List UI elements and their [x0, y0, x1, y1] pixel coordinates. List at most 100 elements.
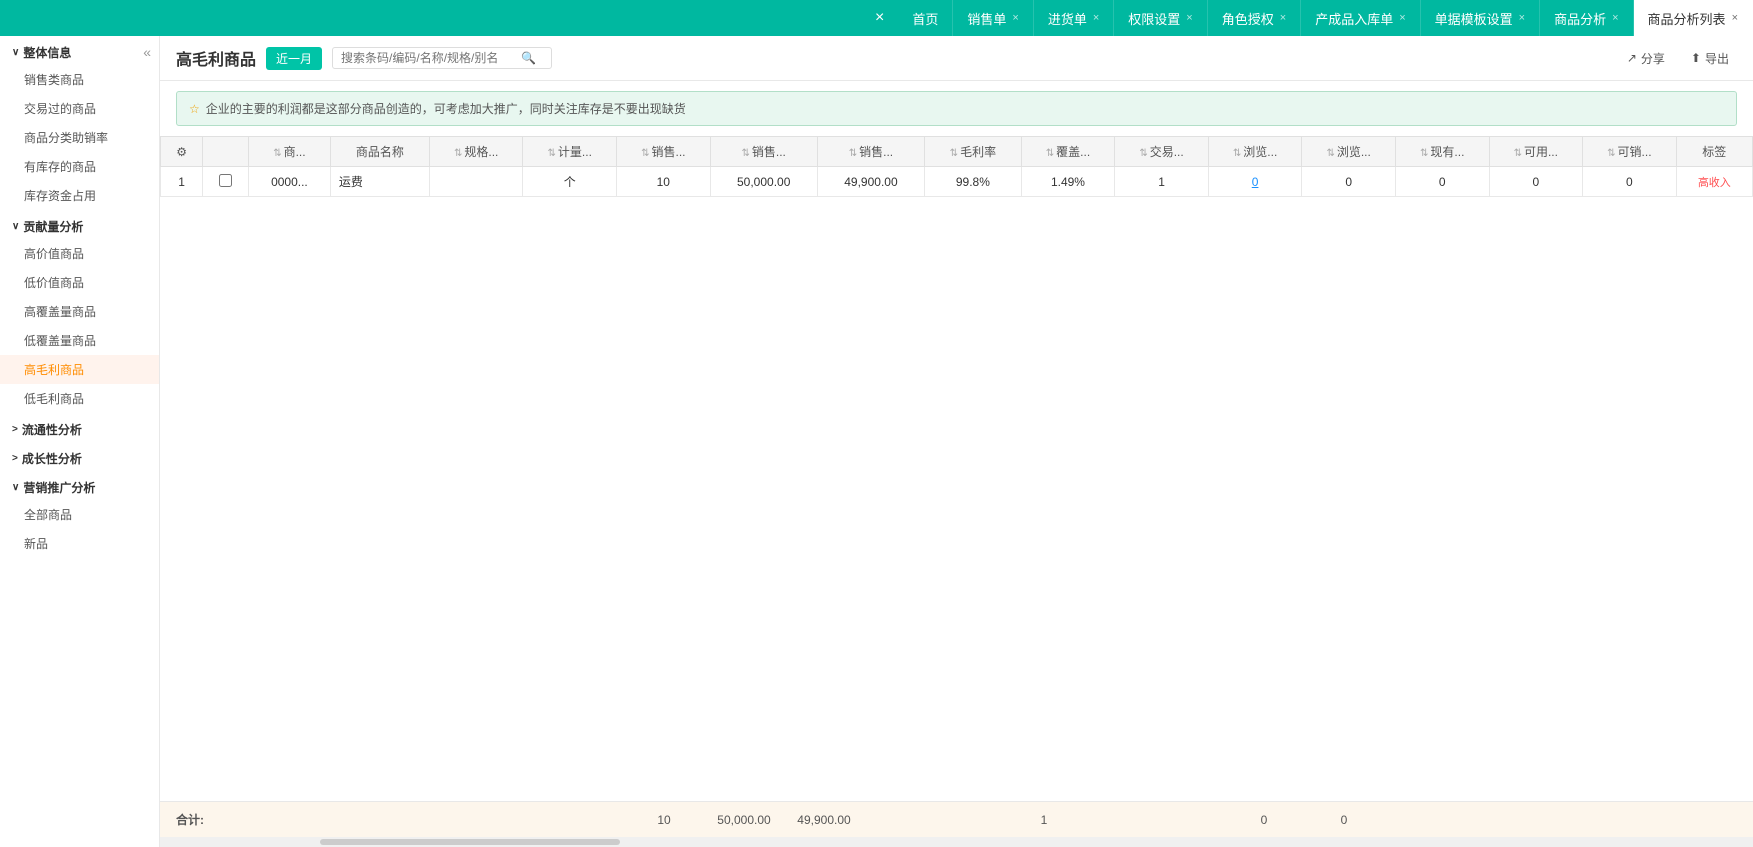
product-table: ⚙商...商品名称规格...计量...销售...销售...销售...毛利率覆盖.…: [160, 136, 1753, 197]
export-btn[interactable]: ⬆ 导出: [1683, 47, 1737, 70]
nav-item-首页[interactable]: 首页: [898, 0, 953, 36]
info-icon: ☆: [189, 102, 200, 116]
info-banner-text: 企业的主要的利润都是这部分商品创造的，可考虑加大推广，同时关注库存是不要出现缺货: [206, 100, 686, 117]
page-title: 高毛利商品: [176, 46, 256, 70]
sidebar-item-低毛利商品[interactable]: 低毛利商品: [0, 384, 159, 413]
share-btn[interactable]: ↗ 分享: [1619, 47, 1673, 70]
arrow-icon: >: [12, 453, 18, 464]
top-nav: × 首页销售单×进货单×权限设置×角色授权×产成品入库单×单据模板设置×商品分析…: [0, 0, 1753, 36]
sidebar-collapse-btn[interactable]: «: [143, 44, 151, 60]
footer-sale-cost: 49,900.00: [784, 813, 864, 827]
sidebar-item-销售类商品[interactable]: 销售类商品: [0, 65, 159, 94]
row-trade: 1: [1115, 167, 1209, 197]
sidebar-group-营销推广分析[interactable]: ∨营销推广分析: [0, 471, 159, 500]
row-checkbox-input[interactable]: [219, 174, 232, 187]
share-label: 分享: [1641, 50, 1665, 67]
row-coverage: 1.49%: [1021, 167, 1115, 197]
bottom-scrollbar[interactable]: [160, 837, 1753, 847]
nav-close-all[interactable]: ×: [861, 0, 898, 36]
row-checkbox[interactable]: [203, 167, 249, 197]
th-code[interactable]: 商...: [249, 137, 331, 167]
sidebar-item-有库存的商品[interactable]: 有库存的商品: [0, 152, 159, 181]
sidebar-group-成长性分析[interactable]: >成长性分析: [0, 442, 159, 471]
content-area: 高毛利商品 近一月 🔍 ↗ 分享 ⬆ 导出 ☆ 企业的主要的利润都是这部分商品创…: [160, 36, 1753, 847]
nav-close-icon[interactable]: ×: [1519, 12, 1525, 24]
th-saleQty[interactable]: 销售...: [617, 137, 711, 167]
sidebar-item-低价值商品[interactable]: 低价值商品: [0, 268, 159, 297]
th-stockAvail[interactable]: 可用...: [1489, 137, 1583, 167]
footer-sale-amt: 50,000.00: [704, 813, 784, 827]
nav-close-icon[interactable]: ×: [1012, 12, 1018, 24]
th-spec[interactable]: 规格...: [429, 137, 523, 167]
th-name[interactable]: 商品名称: [330, 137, 429, 167]
content-header: 高毛利商品 近一月 🔍 ↗ 分享 ⬆ 导出: [160, 36, 1753, 81]
search-input[interactable]: [341, 51, 521, 65]
footer-trade: 1: [1004, 813, 1084, 827]
nav-item-产成品入库单[interactable]: 产成品入库单×: [1301, 0, 1420, 36]
th-unit[interactable]: 计量...: [523, 137, 617, 167]
row-num: 1: [161, 167, 203, 197]
th-coverage[interactable]: 覆盖...: [1021, 137, 1115, 167]
table-footer: 合计: 10 50,000.00 49,900.00 1 0 0: [160, 801, 1753, 837]
main-container: ∨整体信息销售类商品交易过的商品商品分类助销率有库存的商品库存资金占用∨贡献量分…: [0, 36, 1753, 847]
table-container: ⚙商...商品名称规格...计量...销售...销售...销售...毛利率覆盖.…: [160, 136, 1753, 801]
nav-item-商品分析[interactable]: 商品分析×: [1540, 0, 1633, 36]
sidebar-group-流通性分析[interactable]: >流通性分析: [0, 413, 159, 442]
th-settings[interactable]: ⚙: [161, 137, 203, 167]
th-checkbox[interactable]: [203, 137, 249, 167]
arrow-icon: ∨: [12, 221, 19, 232]
nav-item-销售单[interactable]: 销售单×: [953, 0, 1033, 36]
nav-close-icon[interactable]: ×: [1612, 12, 1618, 24]
arrow-icon: ∨: [12, 47, 19, 58]
row-browse1[interactable]: 0: [1208, 167, 1302, 197]
row-stock-avail: 0: [1489, 167, 1583, 197]
th-browse1[interactable]: 浏览...: [1208, 137, 1302, 167]
nav-close-icon[interactable]: ×: [1186, 12, 1192, 24]
footer-sale-qty: 10: [624, 813, 704, 827]
th-tag[interactable]: 标签: [1676, 137, 1752, 167]
sidebar-group-贡献量分析[interactable]: ∨贡献量分析: [0, 210, 159, 239]
sidebar-item-高覆盖量商品[interactable]: 高覆盖量商品: [0, 297, 159, 326]
th-browse2[interactable]: 浏览...: [1302, 137, 1396, 167]
nav-item-权限设置[interactable]: 权限设置×: [1114, 0, 1207, 36]
th-trade[interactable]: 交易...: [1115, 137, 1209, 167]
row-gross-rate: 99.8%: [925, 167, 1022, 197]
table-row: 10000...运费个1050,000.0049,900.0099.8%1.49…: [161, 167, 1753, 197]
th-saleCost[interactable]: 销售...: [817, 137, 924, 167]
info-banner: ☆ 企业的主要的利润都是这部分商品创造的，可考虑加大推广，同时关注库存是不要出现…: [176, 91, 1737, 126]
sidebar-item-库存资金占用[interactable]: 库存资金占用: [0, 181, 159, 210]
search-icon[interactable]: 🔍: [521, 51, 536, 65]
sidebar-item-全部商品[interactable]: 全部商品: [0, 500, 159, 529]
search-box: 🔍: [332, 47, 552, 69]
nav-close-icon[interactable]: ×: [1732, 12, 1738, 24]
sidebar-group-整体信息[interactable]: ∨整体信息: [0, 36, 159, 65]
row-unit: 个: [523, 167, 617, 197]
nav-close-icon[interactable]: ×: [1399, 12, 1405, 24]
th-saleAmt[interactable]: 销售...: [710, 137, 817, 167]
row-sale-amt: 50,000.00: [710, 167, 817, 197]
sidebar-item-商品分类助销率[interactable]: 商品分类助销率: [0, 123, 159, 152]
sidebar-item-高毛利商品[interactable]: 高毛利商品: [0, 355, 159, 384]
sidebar-item-低覆盖量商品[interactable]: 低覆盖量商品: [0, 326, 159, 355]
filter-recent-month-btn[interactable]: 近一月: [266, 47, 322, 70]
nav-item-角色授权[interactable]: 角色授权×: [1208, 0, 1301, 36]
nav-close-icon[interactable]: ×: [1093, 12, 1099, 24]
footer-stock-avail: 0: [1304, 813, 1384, 827]
nav-item-商品分析列表[interactable]: 商品分析列表×: [1634, 0, 1753, 36]
sidebar-item-交易过的商品[interactable]: 交易过的商品: [0, 94, 159, 123]
sidebar-item-高价值商品[interactable]: 高价值商品: [0, 239, 159, 268]
row-stock-current: 0: [1395, 167, 1489, 197]
row-tag: 高收入: [1676, 167, 1752, 197]
nav-item-单据模板设置[interactable]: 单据模板设置×: [1421, 0, 1540, 36]
row-browse2: 0: [1302, 167, 1396, 197]
nav-item-进货单[interactable]: 进货单×: [1034, 0, 1114, 36]
footer-label: 合计:: [176, 811, 204, 828]
arrow-icon: ∨: [12, 482, 19, 493]
nav-close-icon[interactable]: ×: [1280, 12, 1286, 24]
row-code: 0000...: [249, 167, 331, 197]
th-grossRate[interactable]: 毛利率: [925, 137, 1022, 167]
sidebar-item-新品[interactable]: 新品: [0, 529, 159, 558]
arrow-icon: >: [12, 424, 18, 435]
th-stockCurrent[interactable]: 现有...: [1395, 137, 1489, 167]
th-stockSale[interactable]: 可销...: [1583, 137, 1677, 167]
